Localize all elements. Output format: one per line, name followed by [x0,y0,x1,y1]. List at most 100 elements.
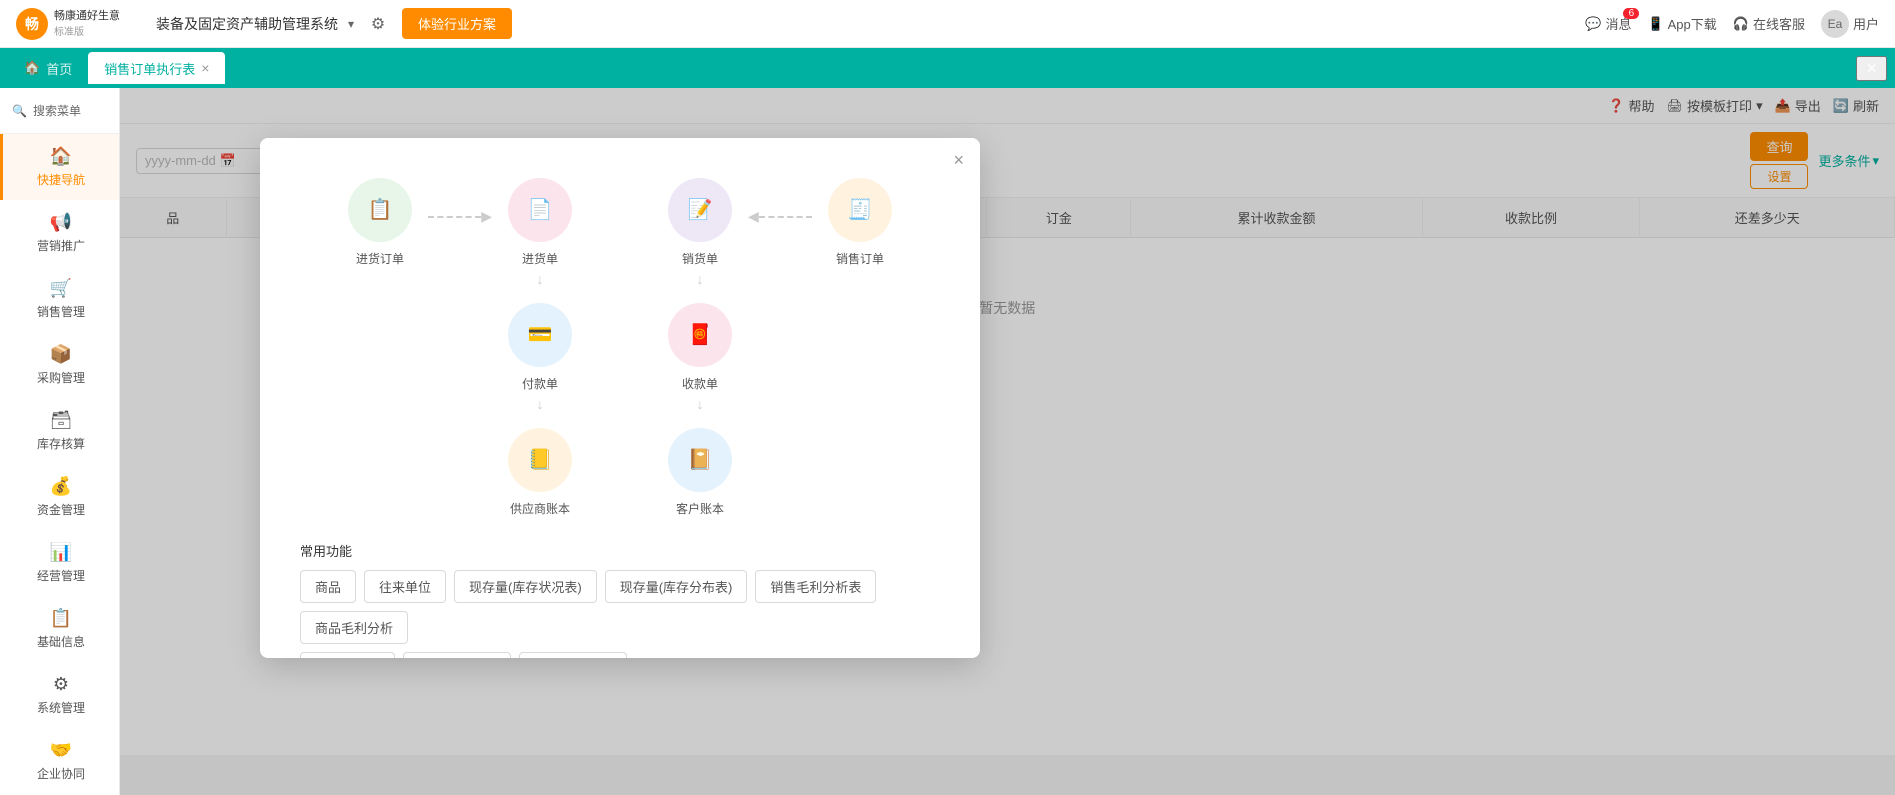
system-title: 装备及固定资产辅助管理系统 [156,14,338,34]
svg-text:📔: 📔 [688,448,713,471]
svg-text:🧧: 🧧 [688,322,713,346]
tab-sales-order-label: 销售订单执行表 [104,59,195,78]
sidebar-item-label-system: 系统管理 [37,699,85,716]
experience-btn[interactable]: 体验行业方案 [402,8,512,39]
sidebar-item-sales[interactable]: 🛒 销售管理 [0,266,119,332]
quick-nav-modal: × 📋 进货订单 [260,138,980,658]
tab-sales-order-exec[interactable]: 销售订单执行表 × [88,52,225,84]
marketing-icon: 📢 [50,212,72,233]
online-service-btn[interactable]: 🎧 在线客服 [1733,14,1805,33]
tab-bar: 🏠 首页 销售订单执行表 × × [0,48,1895,88]
sales-order-icon: 🧾 [841,191,879,229]
sales-icon: 🛒 [50,278,72,299]
logo-icon: 畅 [16,8,48,40]
sidebar-item-quick-nav[interactable]: 🏠 快捷导航 [0,134,119,200]
logo-edition: 标准版 [54,23,120,38]
svg-text:📝: 📝 [688,197,713,221]
customer-ledger-label: 客户账本 [676,500,724,517]
operations-icon: 📊 [50,542,72,563]
sidebar-item-label-basic-info: 基础信息 [37,633,85,650]
sidebar-item-label-marketing: 营销推广 [37,237,85,254]
func-btn-product-margin[interactable]: 商品毛利分析 [300,611,408,644]
func-btn-payment-stats[interactable]: 付款情况统计 [519,652,627,658]
tab-bar-close-btn[interactable]: × [1856,56,1887,81]
svg-text:📒: 📒 [528,448,553,471]
modal-overlay: × 📋 进货订单 [120,88,1895,795]
flow-receipt[interactable]: 🧧 [668,303,732,367]
system-dropdown-btn[interactable]: ▾ [348,17,354,31]
func-buttons-row1: 商品 往来单位 现存量(库存状况表) 现存量(库存分布表) 销售毛利分析表 商品… [300,570,940,644]
tab-home[interactable]: 🏠 首页 [8,52,88,84]
search-icon: 🔍 [12,104,27,118]
quick-nav-icon: 🏠 [50,146,72,167]
user-area[interactable]: Ea 用户 [1821,10,1879,38]
svg-text:📄: 📄 [528,197,553,221]
svg-text:💳: 💳 [528,324,553,346]
header-right: 💬 消息 6 📱 App下载 🎧 在线客服 Ea 用户 [1585,10,1879,38]
tab-close-icon[interactable]: × [201,60,209,76]
sidebar: 🔍 搜索菜单 🏠 快捷导航 📢 营销推广 🛒 销售管理 📦 采购管理 🗃 库存核… [0,88,120,795]
message-badge: 6 [1623,8,1639,19]
download-icon: 📱 [1647,16,1663,32]
modal-content: 📋 进货订单 ▶ [260,138,980,658]
flow-payment[interactable]: 💳 [508,303,572,367]
func-btn-product[interactable]: 商品 [300,570,356,603]
func-btn-stock-dist[interactable]: 现存量(库存分布表) [605,570,748,603]
payment-label: 付款单 [522,375,558,392]
flow-sales-bill[interactable]: 📝 [668,178,732,242]
flow-customer-ledger[interactable]: 📔 [668,428,732,492]
svg-text:🧾: 🧾 [848,197,873,221]
sidebar-item-inventory[interactable]: 🗃 库存核算 [0,398,119,464]
func-btn-sales-margin[interactable]: 销售毛利分析表 [755,570,876,603]
svg-text:📋: 📋 [368,197,393,221]
sidebar-item-label-operations: 经营管理 [37,567,85,584]
main-layout: 🔍 搜索菜单 🏠 快捷导航 📢 营销推广 🛒 销售管理 📦 采购管理 🗃 库存核… [0,88,1895,795]
sidebar-item-label-finance: 资金管理 [37,501,85,518]
sidebar-item-marketing[interactable]: 📢 营销推广 [0,200,119,266]
sidebar-search-btn[interactable]: 🔍 搜索菜单 [8,98,111,123]
message-btn[interactable]: 💬 消息 6 [1585,14,1631,33]
supplier-ledger-icon: 📒 [521,441,559,479]
sidebar-search-area: 🔍 搜索菜单 [0,88,119,134]
flow-supplier-ledger[interactable]: 📒 [508,428,572,492]
sidebar-item-basic-info[interactable]: 📋 基础信息 [0,596,119,662]
sidebar-item-label-enterprise: 企业协同 [37,765,85,782]
message-icon: 💬 [1585,16,1601,32]
payment-icon: 💳 [521,316,559,354]
system-icon: ⚙ [53,674,69,695]
common-functions-section: 常用功能 商品 往来单位 现存量(库存状况表) 现存量(库存分布表) 销售毛利分… [300,541,940,658]
sales-order-label: 销售订单 [836,250,884,267]
sidebar-item-finance[interactable]: 💰 资金管理 [0,464,119,530]
purchase-order-label: 进货订单 [356,250,404,267]
purchase-bill-label: 进货单 [522,250,558,267]
sidebar-item-purchase[interactable]: 📦 采购管理 [0,332,119,398]
sales-bill-icon: 📝 [681,191,719,229]
receipt-icon: 🧧 [681,316,719,354]
inventory-icon: 🗃 [50,410,73,431]
flow-sales-order[interactable]: 🧾 [828,178,892,242]
receipt-label: 收款单 [682,375,718,392]
home-icon: 🏠 [24,60,40,76]
flow-purchase-bill[interactable]: 📄 [508,178,572,242]
func-btn-receipt-stats[interactable]: 收款情况统计 [403,652,511,658]
logo-brand: 畅康通好生意 [54,9,120,23]
sidebar-item-enterprise[interactable]: 🤝 企业协同 [0,728,119,794]
sidebar-item-operations[interactable]: 📊 经营管理 [0,530,119,596]
user-name: 用户 [1853,14,1879,33]
flow-purchase-order[interactable]: 📋 [348,178,412,242]
func-btn-partner[interactable]: 往来单位 [364,570,446,603]
gear-icon[interactable]: ⚙ [364,10,392,38]
sidebar-item-system[interactable]: ⚙ 系统管理 [0,662,119,728]
service-icon: 🎧 [1733,16,1749,32]
app-download-btn[interactable]: 📱 App下载 [1647,14,1716,33]
sidebar-search-label: 搜索菜单 [33,102,81,119]
avatar-text: Ea [1828,17,1843,31]
func-btn-stock-status[interactable]: 现存量(库存状况表) [454,570,597,603]
customer-ledger-icon: 📔 [681,441,719,479]
func-btn-sales-rank[interactable]: 销售排行榜 [300,652,395,658]
purchase-bill-icon: 📄 [521,191,559,229]
sidebar-item-label-purchase: 采购管理 [37,369,85,386]
modal-close-btn[interactable]: × [953,150,964,171]
enterprise-icon: 🤝 [50,740,72,761]
tab-home-label: 首页 [46,59,72,78]
